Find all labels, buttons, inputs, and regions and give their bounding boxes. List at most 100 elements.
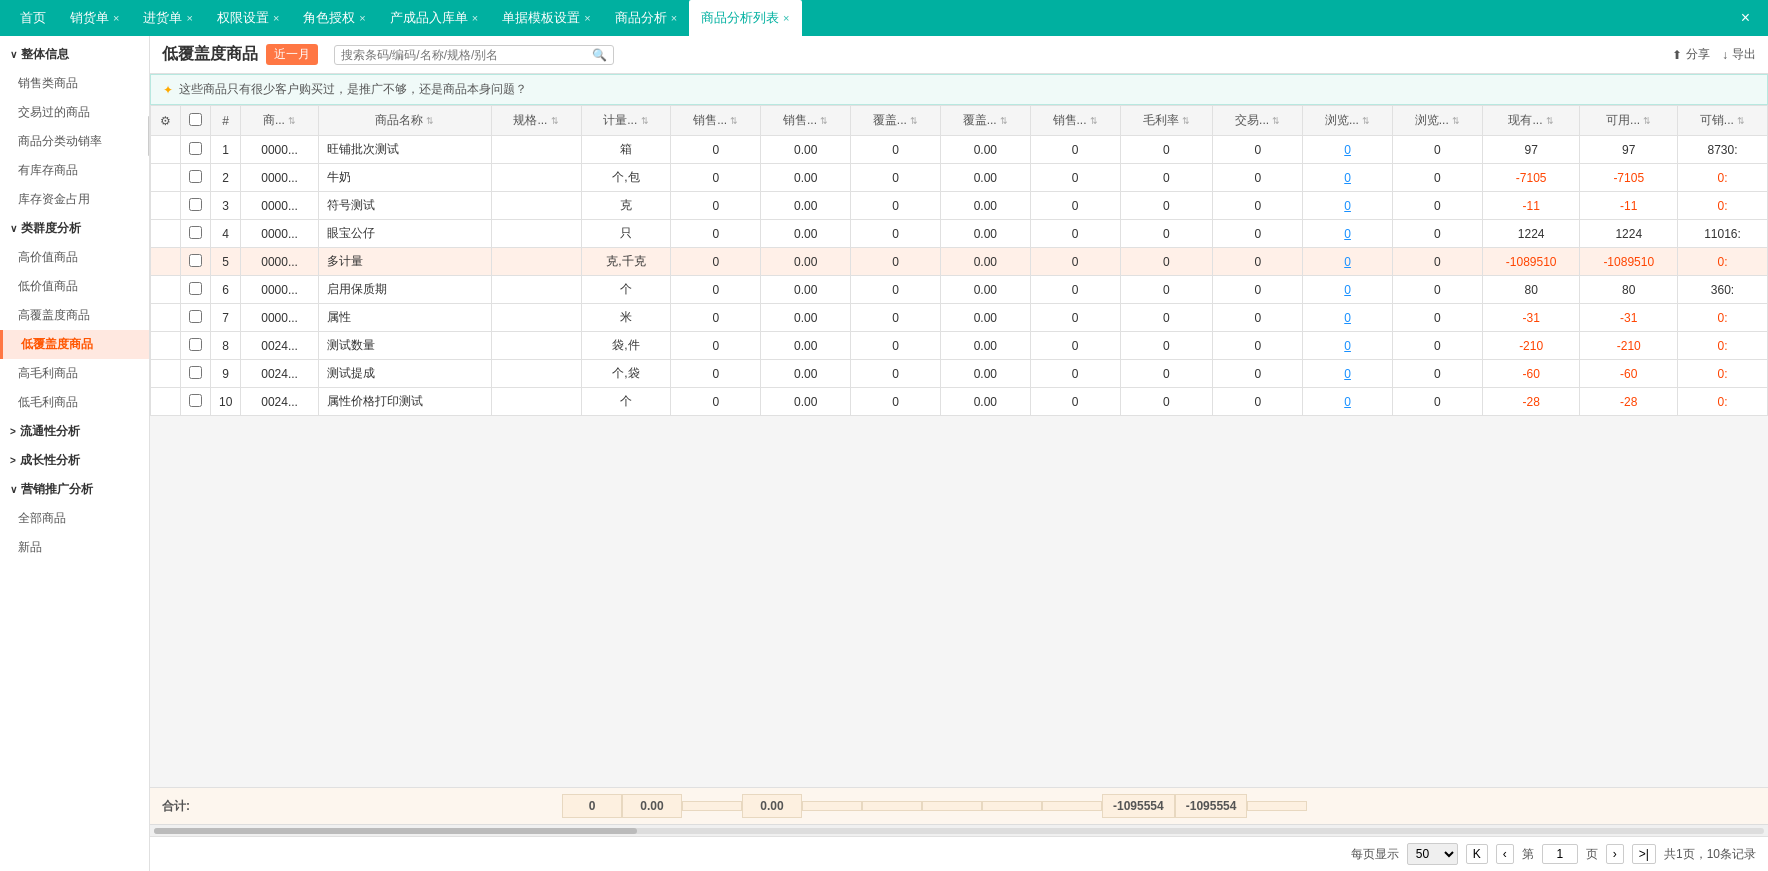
nav-purchase[interactable]: 进货单 × xyxy=(131,0,204,36)
nav-analysis-list-close[interactable]: × xyxy=(783,0,789,36)
sidebar-item-low-coverage[interactable]: 低覆盖度商品 xyxy=(0,330,149,359)
sidebar-item-sales-goods[interactable]: 销售类商品 xyxy=(0,69,149,98)
search-input[interactable] xyxy=(341,48,588,62)
row-checkbox[interactable] xyxy=(189,254,202,267)
next-page-button[interactable]: › xyxy=(1606,844,1624,864)
per-page-select[interactable]: 2050100200 xyxy=(1407,843,1458,865)
sidebar-item-high-margin[interactable]: 高毛利商品 xyxy=(0,359,149,388)
row-checkbox[interactable] xyxy=(189,226,202,239)
row-gross-rate: 0 xyxy=(1120,248,1213,276)
nav-sales-close[interactable]: × xyxy=(113,0,119,36)
scrollbar-thumb[interactable] xyxy=(154,828,637,834)
nav-sales[interactable]: 销货单 × xyxy=(58,0,131,36)
row-checkbox-cell[interactable] xyxy=(181,136,211,164)
checkbox-column-header[interactable] xyxy=(181,106,211,136)
nav-template-close[interactable]: × xyxy=(584,0,590,36)
nav-analysis-close[interactable]: × xyxy=(671,0,677,36)
row-checkbox[interactable] xyxy=(189,338,202,351)
row-checkbox[interactable] xyxy=(189,142,202,155)
nav-purchase-close[interactable]: × xyxy=(186,0,192,36)
spec-column-header[interactable]: 规格... ⇅ xyxy=(491,106,581,136)
browse1-column-header[interactable]: 浏览... ⇅ xyxy=(1303,106,1393,136)
share-button[interactable]: ⬆ 分享 xyxy=(1672,46,1710,63)
row-checkbox-cell[interactable] xyxy=(181,276,211,304)
date-badge[interactable]: 近一月 xyxy=(266,44,318,65)
window-close-button[interactable]: × xyxy=(1731,9,1760,27)
row-checkbox-cell[interactable] xyxy=(181,332,211,360)
sidebar-item-low-margin[interactable]: 低毛利商品 xyxy=(0,388,149,417)
browse2-column-header[interactable]: 浏览... ⇅ xyxy=(1393,106,1483,136)
sidebar-group-growth[interactable]: > 成长性分析 xyxy=(0,446,149,475)
name-column-header[interactable]: 商品名称 ⇅ xyxy=(318,106,491,136)
horizontal-scrollbar[interactable] xyxy=(150,824,1768,836)
nav-analysis-list[interactable]: 商品分析列表 × xyxy=(689,0,801,36)
sidebar-item-all-goods[interactable]: 全部商品 xyxy=(0,504,149,533)
row-browse1[interactable]: 0 xyxy=(1303,388,1393,416)
sales-count-column-header[interactable]: 销售... ⇅ xyxy=(671,106,761,136)
row-checkbox-cell[interactable] xyxy=(181,248,211,276)
row-checkbox-cell[interactable] xyxy=(181,192,211,220)
search-icon[interactable]: 🔍 xyxy=(592,48,607,62)
row-checkbox-cell[interactable] xyxy=(181,164,211,192)
nav-home[interactable]: 首页 xyxy=(8,0,58,36)
sidebar-item-high-value[interactable]: 高价值商品 xyxy=(0,243,149,272)
current-column-header[interactable]: 现有... ⇅ xyxy=(1482,106,1580,136)
export-button[interactable]: ↓ 导出 xyxy=(1722,46,1756,63)
first-page-button[interactable]: K xyxy=(1466,844,1488,864)
row-checkbox-cell[interactable] xyxy=(181,220,211,248)
row-checkbox[interactable] xyxy=(189,170,202,183)
row-browse1[interactable]: 0 xyxy=(1303,248,1393,276)
gross-rate-column-header[interactable]: 毛利率 ⇅ xyxy=(1120,106,1213,136)
cover-rate-column-header[interactable]: 覆盖... ⇅ xyxy=(940,106,1030,136)
row-browse1[interactable]: 0 xyxy=(1303,360,1393,388)
nav-product-storage-close[interactable]: × xyxy=(472,0,478,36)
nav-analysis[interactable]: 商品分析 × xyxy=(603,0,689,36)
row-browse1[interactable]: 0 xyxy=(1303,220,1393,248)
row-checkbox[interactable] xyxy=(189,366,202,379)
sidebar-item-high-coverage[interactable]: 高覆盖度商品 xyxy=(0,301,149,330)
nav-role-close[interactable]: × xyxy=(359,0,365,36)
nav-template[interactable]: 单据模板设置 × xyxy=(490,0,602,36)
row-browse1[interactable]: 0 xyxy=(1303,136,1393,164)
nav-role[interactable]: 角色授权 × xyxy=(291,0,377,36)
row-checkbox[interactable] xyxy=(189,394,202,407)
table-container: ⚙ # 商... ⇅ 商品名称 ⇅ 规格... ⇅ 计量... ⇅ 销售... … xyxy=(150,105,1768,787)
sidebar-item-new-goods[interactable]: 新品 xyxy=(0,533,149,562)
sellable-column-header[interactable]: 可销... ⇅ xyxy=(1678,106,1768,136)
row-browse1[interactable]: 0 xyxy=(1303,164,1393,192)
unit-column-header[interactable]: 计量... ⇅ xyxy=(581,106,671,136)
row-browse1[interactable]: 0 xyxy=(1303,304,1393,332)
select-all-checkbox[interactable] xyxy=(189,113,202,126)
row-browse1[interactable]: 0 xyxy=(1303,332,1393,360)
sidebar-item-traded-goods[interactable]: 交易过的商品 xyxy=(0,98,149,127)
row-checkbox-cell[interactable] xyxy=(181,304,211,332)
sidebar-group-cluster[interactable]: ∨ 类群度分析 xyxy=(0,214,149,243)
nav-permission-close[interactable]: × xyxy=(273,0,279,36)
current-page-input[interactable]: 1 xyxy=(1542,844,1578,864)
sidebar-item-inventory-goods[interactable]: 有库存商品 xyxy=(0,156,149,185)
sidebar-item-category-sales-rate[interactable]: 商品分类动销率 xyxy=(0,127,149,156)
nav-permission[interactable]: 权限设置 × xyxy=(205,0,291,36)
available-column-header[interactable]: 可用... ⇅ xyxy=(1580,106,1678,136)
prev-page-button[interactable]: ‹ xyxy=(1496,844,1514,864)
row-checkbox[interactable] xyxy=(189,198,202,211)
row-browse1[interactable]: 0 xyxy=(1303,192,1393,220)
row-checkbox-cell[interactable] xyxy=(181,360,211,388)
sidebar-group-overall[interactable]: ∨ 整体信息 xyxy=(0,40,149,69)
row-browse1[interactable]: 0 xyxy=(1303,276,1393,304)
sidebar-item-low-value[interactable]: 低价值商品 xyxy=(0,272,149,301)
code-column-header[interactable]: 商... ⇅ xyxy=(241,106,318,136)
settings-column-header[interactable]: ⚙ xyxy=(151,106,181,136)
nav-product-storage[interactable]: 产成品入库单 × xyxy=(378,0,490,36)
last-page-button[interactable]: >| xyxy=(1632,844,1656,864)
sales-x-column-header[interactable]: 销售... ⇅ xyxy=(1030,106,1120,136)
row-checkbox[interactable] xyxy=(189,282,202,295)
cover-count-column-header[interactable]: 覆盖... ⇅ xyxy=(851,106,941,136)
sidebar-group-marketing[interactable]: ∨ 营销推广分析 xyxy=(0,475,149,504)
row-checkbox-cell[interactable] xyxy=(181,388,211,416)
row-checkbox[interactable] xyxy=(189,310,202,323)
trade-column-header[interactable]: 交易... ⇅ xyxy=(1213,106,1303,136)
sidebar-item-inventory-capital[interactable]: 库存资金占用 xyxy=(0,185,149,214)
sidebar-group-circulation[interactable]: > 流通性分析 xyxy=(0,417,149,446)
sales-amount-column-header[interactable]: 销售... ⇅ xyxy=(761,106,851,136)
